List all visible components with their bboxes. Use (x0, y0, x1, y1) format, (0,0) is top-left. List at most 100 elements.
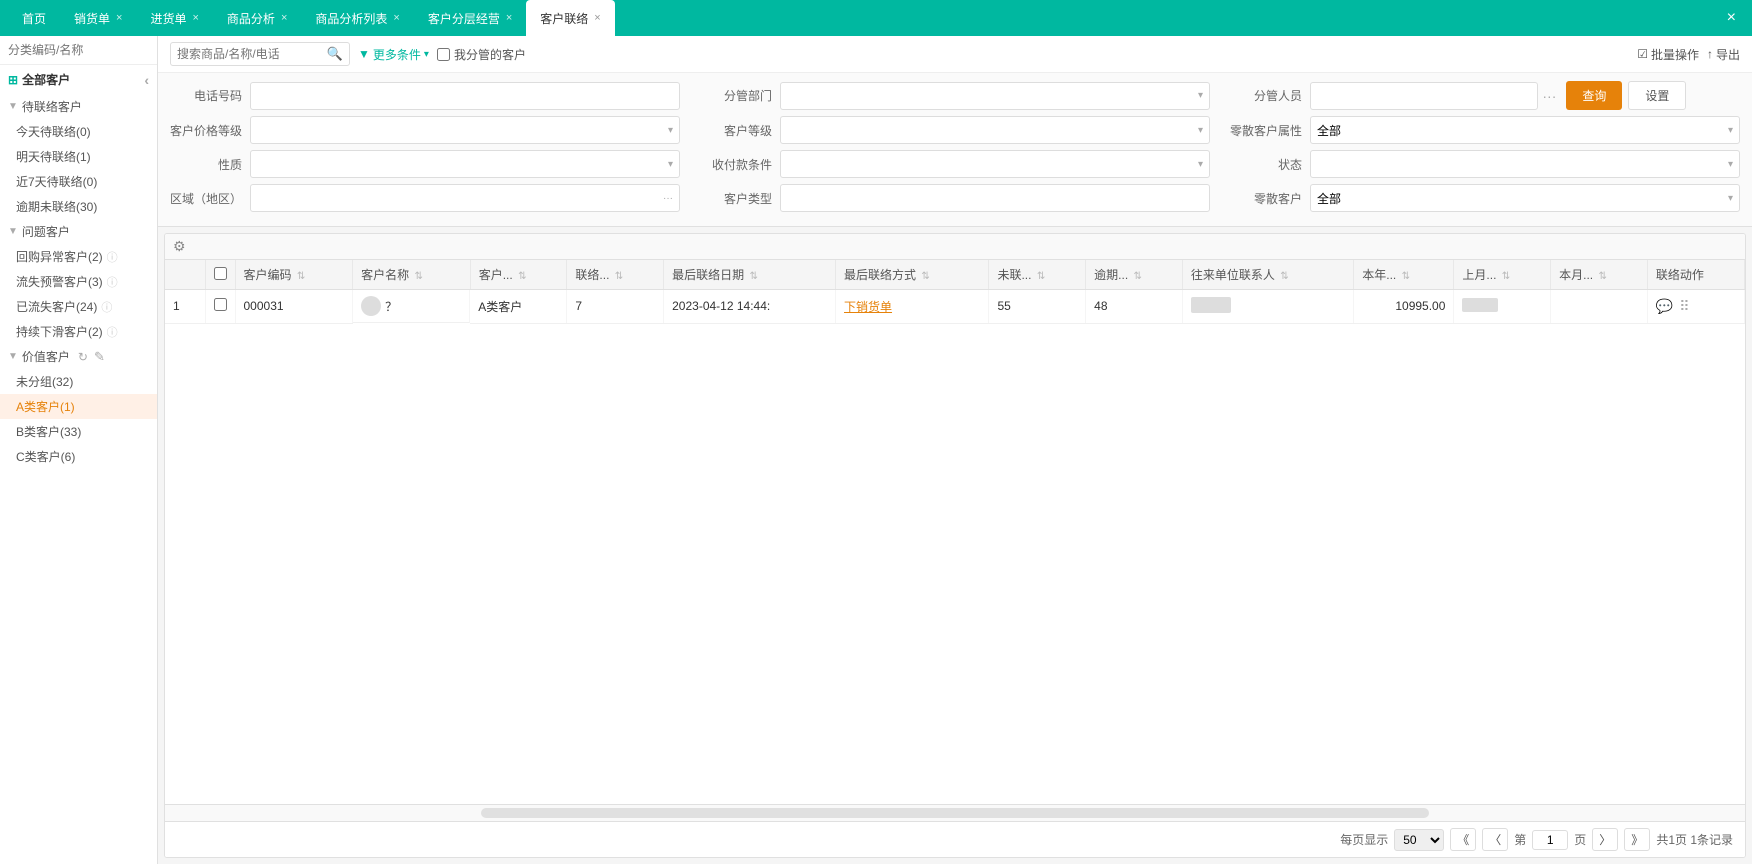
sort-level[interactable]: ⇅ (518, 271, 526, 282)
prev-page-btn[interactable]: 〈 (1482, 828, 1508, 851)
sort-overdue[interactable]: ⇅ (1134, 271, 1142, 282)
dots-person[interactable]: ··· (1542, 88, 1556, 104)
my-customers-checkbox[interactable]: 我分管的客户 (437, 46, 526, 63)
nav-sales[interactable]: 销货单 × (60, 0, 136, 36)
nav-product-analysis[interactable]: 商品分析 × (213, 0, 301, 36)
sidebar-item-declining[interactable]: 持续下滑客户(2) ⓘ (0, 319, 157, 344)
nav-customer-contact[interactable]: 客户联络 × (526, 0, 614, 36)
nav-customer-tier[interactable]: 客户分层经营 × (414, 0, 526, 36)
sidebar-item-churn-warning[interactable]: 流失预警客户(3) ⓘ (0, 269, 157, 294)
th-code[interactable]: 客户编码 ⇅ (235, 260, 353, 290)
th-last-date[interactable]: 最后联络日期 ⇅ (664, 260, 836, 290)
label-status: 状态 (1230, 156, 1310, 173)
th-last-month-label: 上月... (1462, 268, 1496, 282)
sidebar-item-7day-pending[interactable]: 近7天待联络(0) (0, 169, 157, 194)
batch-op-btn[interactable]: ☑ 批量操作 (1637, 46, 1699, 63)
next-page-btn[interactable]: 〉 (1592, 828, 1618, 851)
share-icon[interactable]: ⠿ (1679, 298, 1689, 315)
row-checkbox[interactable] (214, 298, 227, 311)
sidebar-collapse-icon[interactable]: ‹ (144, 72, 149, 88)
nav-home[interactable]: 首页 (8, 0, 60, 36)
sidebar-group-value[interactable]: ▼ 价值客户 ↻ ✎ (0, 344, 157, 369)
sidebar-item-churned[interactable]: 已流失客户(24) ⓘ (0, 294, 157, 319)
select-all-checkbox[interactable] (214, 267, 227, 280)
sidebar-item-repurchase-abnormal[interactable]: 回购异常客户(2) ⓘ (0, 244, 157, 269)
sidebar-item-class-b[interactable]: B类客户(33) (0, 419, 157, 444)
chat-icon[interactable]: 💬 (1656, 298, 1673, 315)
th-name[interactable]: 客户名称 ⇅ (353, 260, 471, 290)
sort-last-month[interactable]: ⇅ (1502, 271, 1510, 282)
first-page-btn[interactable]: 《 (1450, 828, 1476, 851)
select-customer-grade[interactable]: ▾ (780, 116, 1210, 144)
th-last-month[interactable]: 上月... ⇅ (1454, 260, 1551, 290)
th-contacts[interactable]: 联络... ⇅ (567, 260, 664, 290)
th-no-contact[interactable]: 未联... ⇅ (989, 260, 1086, 290)
sort-contacts[interactable]: ⇅ (615, 271, 623, 282)
query-btn[interactable]: 查询 (1566, 81, 1622, 110)
th-this-year[interactable]: 本年... ⇅ (1354, 260, 1454, 290)
th-overdue-label: 逾期... (1094, 268, 1128, 282)
select-region[interactable]: ··· (250, 184, 680, 212)
sidebar-search-input[interactable] (8, 43, 158, 57)
sort-last-date[interactable]: ⇅ (749, 271, 757, 282)
select-retail-attr[interactable]: 全部 ▾ (1310, 116, 1740, 144)
close-sales-tab[interactable]: × (116, 12, 122, 24)
sidebar-item-class-c[interactable]: C类客户(6) (0, 444, 157, 469)
sidebar-all-customers-header[interactable]: ⊞ 全部客户 ‹ (0, 65, 157, 94)
sidebar-item-today-pending[interactable]: 今天待联络(0) (0, 119, 157, 144)
sidebar-group-pending[interactable]: ▼ 待联络客户 (0, 94, 157, 119)
more-conditions-btn[interactable]: ▼ 更多条件 ▾ (358, 46, 429, 63)
my-customers-check[interactable] (437, 48, 450, 61)
th-last-method[interactable]: 最后联络方式 ⇅ (836, 260, 989, 290)
close-purchase-tab[interactable]: × (192, 12, 198, 24)
search-icon[interactable]: 🔍 (327, 46, 343, 62)
sort-this-year[interactable]: ⇅ (1402, 271, 1410, 282)
th-level[interactable]: 客户... ⇅ (470, 260, 567, 290)
nav-product-analysis-list[interactable]: 商品分析列表 × (301, 0, 413, 36)
th-unit-contact[interactable]: 往来单位联系人 ⇅ (1182, 260, 1353, 290)
th-overdue[interactable]: 逾期... ⇅ (1086, 260, 1183, 290)
th-this-month-label: 本月... (1559, 268, 1593, 282)
select-dept[interactable]: ▾ (780, 82, 1210, 110)
export-btn[interactable]: ↑ 导出 (1707, 46, 1740, 63)
th-this-month[interactable]: 本月... ⇅ (1551, 260, 1648, 290)
input-person[interactable] (1310, 82, 1538, 110)
select-status[interactable]: ▾ (1310, 150, 1740, 178)
close-product-analysis-list-tab[interactable]: × (393, 12, 399, 24)
refresh-icon[interactable]: ↻ (78, 350, 88, 364)
sort-last-method[interactable]: ⇅ (921, 271, 929, 282)
input-phone[interactable] (250, 82, 680, 110)
settings-btn[interactable]: 设置 (1628, 81, 1686, 110)
last-page-btn[interactable]: 》 (1624, 828, 1650, 851)
sort-this-month[interactable]: ⇅ (1598, 271, 1606, 282)
select-retail-customer[interactable]: 全部 ▾ (1310, 184, 1740, 212)
sidebar-search-bar: 🔍 (0, 36, 157, 65)
select-customer-type[interactable] (780, 184, 1210, 212)
sort-no-contact[interactable]: ⇅ (1037, 271, 1045, 282)
per-page-select[interactable]: 50 100 (1394, 829, 1444, 851)
sidebar-item-ungrouped[interactable]: 未分组(32) (0, 369, 157, 394)
search-input[interactable] (177, 47, 327, 61)
sidebar-item-tomorrow-pending[interactable]: 明天待联络(1) (0, 144, 157, 169)
close-product-analysis-tab[interactable]: × (281, 12, 287, 24)
nav-purchase[interactable]: 进货单 × (136, 0, 212, 36)
select-nature[interactable]: ▾ (250, 150, 680, 178)
table-settings-icon[interactable]: ⚙ (173, 238, 186, 255)
horizontal-scrollbar[interactable] (481, 808, 1429, 818)
sidebar-item-overdue-contact[interactable]: 逾期未联络(30) (0, 194, 157, 219)
page-number-input[interactable] (1532, 830, 1568, 850)
sidebar-item-class-a[interactable]: A类客户(1) (0, 394, 157, 419)
close-customer-contact-tab[interactable]: × (594, 12, 600, 24)
sort-name[interactable]: ⇅ (414, 271, 422, 282)
sidebar-group-problem[interactable]: ▼ 问题客户 (0, 219, 157, 244)
select-payment[interactable]: ▾ (780, 150, 1210, 178)
sort-unit-contact[interactable]: ⇅ (1280, 271, 1288, 282)
edit-icon[interactable]: ✎ (94, 349, 105, 365)
page-label: 第 (1514, 831, 1526, 848)
close-customer-tier-tab[interactable]: × (506, 12, 512, 24)
last-method-link[interactable]: 下销货单 (844, 300, 892, 314)
close-all-tabs[interactable]: × (1719, 9, 1744, 27)
select-price-grade[interactable]: ▾ (250, 116, 680, 144)
sort-code[interactable]: ⇅ (297, 271, 305, 282)
table-wrapper[interactable]: 客户编码 ⇅ 客户名称 ⇅ 客户... ⇅ (165, 260, 1745, 804)
